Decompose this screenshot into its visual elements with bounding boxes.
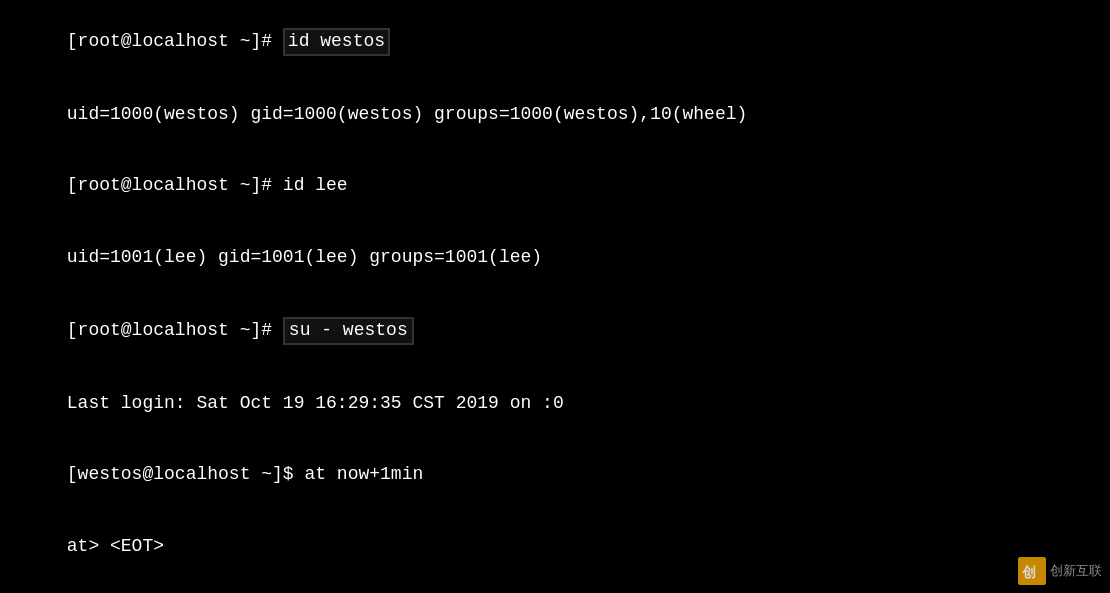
terminal-text: [root@localhost ~]# [67,31,283,51]
terminal-line: [westos@localhost ~]$ at now+1min [2,440,1110,511]
terminal-text: at> <EOT> [67,536,164,556]
terminal-text: uid=1001(lee) gid=1001(lee) groups=1001(… [67,247,542,267]
terminal-line: [root@localhost ~]# id westos [2,4,1110,79]
terminal-content: [root@localhost ~]# id westos uid=1000(w… [2,4,1110,593]
cmd-box-1: id westos [283,28,390,56]
terminal-text: [westos@localhost ~]$ at now+1min [67,464,423,484]
terminal-line: [root@localhost ~]# id lee [2,151,1110,222]
terminal-text: [root@localhost ~]# [67,320,283,340]
terminal-line: job 4 at Sun Oct 20 17:11:00 2019 [2,582,1110,593]
watermark-logo-icon: 创 [1018,557,1046,585]
terminal-text: Last login: Sat Oct 19 16:29:35 CST 2019… [67,393,564,413]
watermark: 创 创新互联 [1018,557,1102,585]
watermark-text: 创新互联 [1050,562,1102,580]
svg-text:创: 创 [1021,564,1036,580]
terminal-window: [root@localhost ~]# id westos uid=1000(w… [0,0,1110,593]
terminal-line: uid=1000(westos) gid=1000(westos) groups… [2,79,1110,150]
terminal-text: [root@localhost ~]# id lee [67,175,348,195]
watermark-icon: 创 [1018,557,1046,585]
terminal-line: at> <EOT> [2,511,1110,582]
terminal-line: uid=1001(lee) gid=1001(lee) groups=1001(… [2,222,1110,293]
cmd-box-su-westos: su - westos [283,317,414,345]
terminal-line: [root@localhost ~]# su - westos [2,293,1110,368]
terminal-line: Last login: Sat Oct 19 16:29:35 CST 2019… [2,368,1110,439]
terminal-text: uid=1000(westos) gid=1000(westos) groups… [67,104,748,124]
